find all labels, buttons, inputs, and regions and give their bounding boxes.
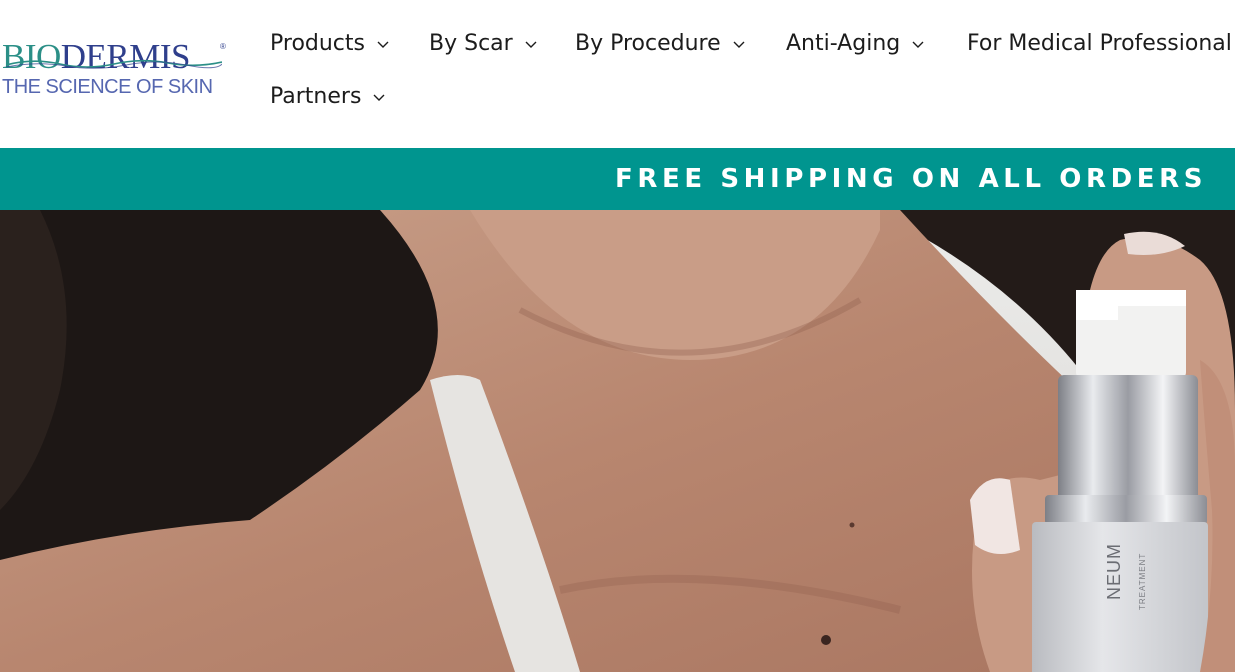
bottle-shoulder-shape	[1045, 495, 1207, 525]
chevron-down-icon	[733, 41, 745, 48]
mole-small-shape	[849, 522, 855, 528]
bottle-label: NEUM	[1104, 543, 1124, 600]
nav-for-medical-professional-label: For Medical Professional	[967, 30, 1232, 56]
hero-image: NEUM TREATMENT	[0, 210, 1235, 672]
nav-products[interactable]: Products	[270, 26, 389, 60]
nav-by-procedure-label: By Procedure	[575, 30, 721, 56]
nav-by-scar-label: By Scar	[429, 30, 513, 56]
nav-partners[interactable]: Partners	[270, 79, 385, 113]
registered-mark: ®	[220, 42, 226, 51]
nav-partners-label: Partners	[270, 83, 362, 109]
nav-for-medical-professional[interactable]: For Medical Professional	[967, 26, 1232, 60]
nav-by-scar[interactable]: By Scar	[429, 26, 537, 60]
chevron-down-icon	[373, 94, 385, 101]
brand-logo[interactable]: BIODERMIS ® THE SCIENCE OF SKIN	[0, 36, 232, 102]
logo-tagline: THE SCIENCE OF SKIN	[2, 76, 213, 98]
announcement-bar: FREE SHIPPING ON ALL ORDERS	[0, 148, 1235, 210]
site-header: BIODERMIS ® THE SCIENCE OF SKIN Products…	[0, 0, 1235, 148]
bottle-sublabel: TREATMENT	[1138, 553, 1147, 610]
chevron-down-icon	[525, 41, 537, 48]
nav-anti-aging[interactable]: Anti-Aging	[786, 26, 924, 60]
logo-wave-icon	[6, 59, 222, 69]
hero-photo: NEUM TREATMENT	[0, 210, 1235, 672]
nav-products-label: Products	[270, 30, 365, 56]
nav-anti-aging-label: Anti-Aging	[786, 30, 901, 56]
chevron-down-icon	[377, 41, 389, 48]
mole-shape	[821, 635, 831, 645]
announcement-text: FREE SHIPPING ON ALL ORDERS	[615, 164, 1208, 194]
nav-by-procedure[interactable]: By Procedure	[575, 26, 745, 60]
chevron-down-icon	[912, 41, 924, 48]
bottle-collar-shape	[1058, 375, 1198, 505]
